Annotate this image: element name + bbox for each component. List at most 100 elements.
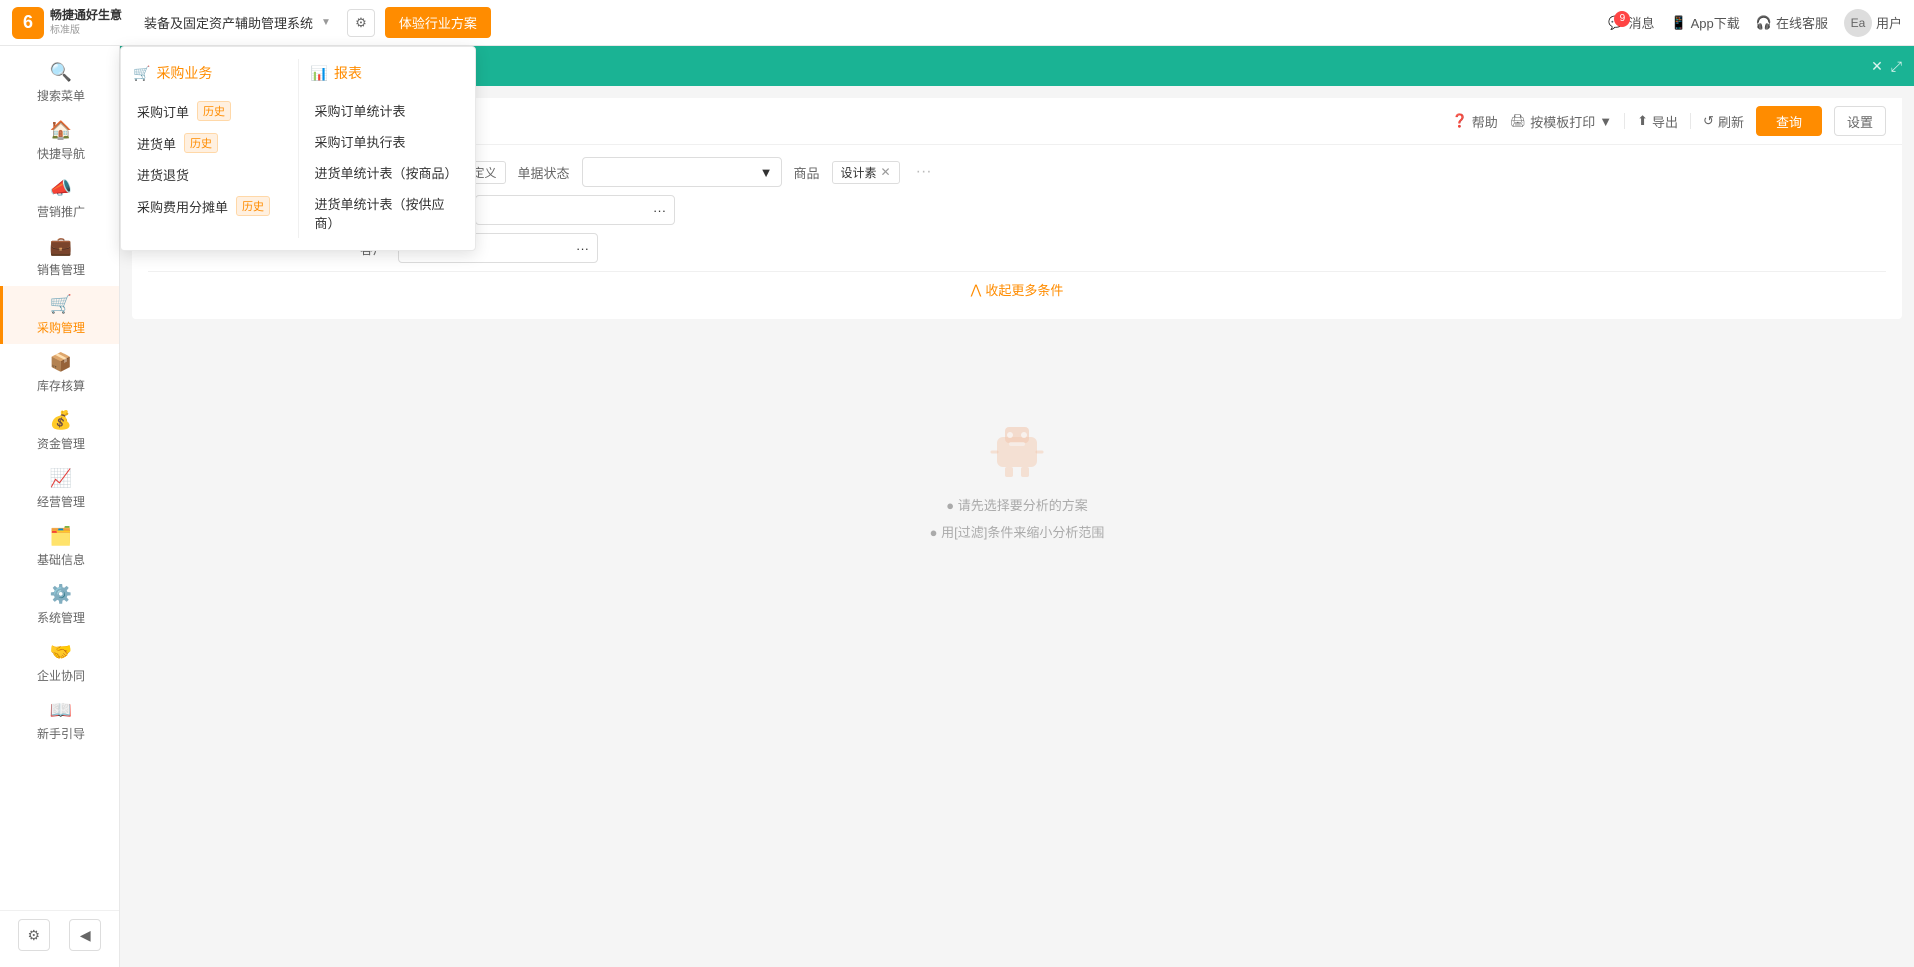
goods-tag-remove[interactable]: ✕ xyxy=(881,165,891,179)
trial-button[interactable]: 体验行业方案 xyxy=(385,7,491,38)
logo-sub: 标准版 xyxy=(50,24,122,37)
online-service-label: 在线客服 xyxy=(1776,13,1828,32)
sidebar-collapse-btn[interactable]: ◀ xyxy=(69,919,101,951)
cart-icon: 🛒 xyxy=(133,65,150,82)
sidebar-item-label: 经营管理 xyxy=(37,493,85,510)
set-button[interactable]: 设置 xyxy=(1834,106,1886,136)
chevron-down-icon3: ··· xyxy=(653,203,666,218)
sidebar-item-label: 采购管理 xyxy=(37,319,85,336)
topbar-right: 💬 9 消息 📱 App下载 🎧 在线客服 Ea 用户 xyxy=(1608,9,1902,37)
collapse-btn[interactable]: ⋀ 收起更多条件 xyxy=(148,271,1886,307)
message-badge: 9 xyxy=(1614,11,1630,27)
toolbar-sep2 xyxy=(1690,113,1691,129)
system-icon: ⚙️ xyxy=(50,584,72,605)
dropdown-item-inbound-return[interactable]: 进货退货 xyxy=(133,159,286,190)
dropdown-item-purchase-cost[interactable]: 采购费用分摊单 历史 xyxy=(133,190,286,222)
sidebar-bottom: ⚙ ◀ xyxy=(0,910,119,959)
avatar-initials: Ea xyxy=(1851,16,1866,30)
sidebar-item-inventory[interactable]: 📦 库存核算 xyxy=(0,344,119,402)
refresh-label: 刷新 xyxy=(1718,112,1744,131)
sidebar-item-nav[interactable]: 🏠 快捷导航 xyxy=(0,112,119,170)
document-status-label: 单据状态 xyxy=(518,163,570,182)
report-col-title: 📊 报表 xyxy=(311,59,464,91)
dropdown-item-purchase-order-stat[interactable]: 采购订单统计表 xyxy=(311,95,464,126)
history-tag: 历史 xyxy=(236,196,270,216)
salesperson-select[interactable]: ··· xyxy=(475,195,675,225)
inbound-return-label: 进货退货 xyxy=(137,165,189,184)
export-btn[interactable]: ⬆ 导出 xyxy=(1637,112,1678,131)
history-tag: 历史 xyxy=(197,101,231,121)
goods-tag: 设计素 ✕ xyxy=(832,161,900,184)
online-service-btn[interactable]: 🎧 在线客服 xyxy=(1756,13,1828,32)
sidebar-item-purchase[interactable]: 🛒 采购管理 xyxy=(0,286,119,344)
purchase-order-label: 采购订单 xyxy=(137,102,189,121)
empty-hint-2: ● 用[过滤]条件来缩小分析范围 xyxy=(930,522,1105,541)
help-icon: ❓ xyxy=(1452,113,1468,129)
user-btn[interactable]: Ea 用户 xyxy=(1844,9,1902,37)
history-tag: 历史 xyxy=(184,133,218,153)
sidebar-item-cooperation[interactable]: 🤝 企业协同 xyxy=(0,634,119,692)
logo-area: 6 畅捷通好生意 标准版 xyxy=(12,7,132,39)
marketing-icon: 📣 xyxy=(50,178,72,199)
print-btn[interactable]: 🖨 按模板打印 ▼ xyxy=(1510,112,1612,131)
topbar: 6 畅捷通好生意 标准版 装备及固定资产辅助管理系统 ▼ ⚙ 体验行业方案 💬 … xyxy=(0,0,1914,46)
app-download-label: App下载 xyxy=(1691,13,1740,32)
sidebar-item-label: 企业协同 xyxy=(37,667,85,684)
sidebar-item-search[interactable]: 🔍 搜索菜单 xyxy=(0,54,119,112)
report-icon: 📊 xyxy=(311,65,328,82)
search-button[interactable]: 查询 xyxy=(1756,106,1822,136)
dropdown-item-purchase-order-exec[interactable]: 采购订单执行表 xyxy=(311,126,464,157)
message-btn[interactable]: 💬 9 消息 xyxy=(1608,13,1654,32)
tab-close-all-btn[interactable]: ✕ xyxy=(1871,58,1883,75)
system-title-text: 装备及固定资产辅助管理系统 xyxy=(144,13,313,32)
sidebar-item-operations[interactable]: 📈 经营管理 xyxy=(0,460,119,518)
system-dropdown-icon[interactable]: ▼ xyxy=(321,17,331,28)
inbound-label: 进货单 xyxy=(137,134,176,153)
sidebar-item-finance[interactable]: 💰 资金管理 xyxy=(0,402,119,460)
collapse-icon: ⋀ xyxy=(971,282,982,298)
dropdown-item-inbound-stat-goods[interactable]: 进货单统计表（按商品） xyxy=(311,157,464,188)
app-download-btn[interactable]: 📱 App下载 xyxy=(1670,13,1739,32)
goods-tag-value: 设计素 xyxy=(841,164,877,181)
empty-hint-1: ● 请先选择要分析的方案 xyxy=(946,495,1087,514)
refresh-btn[interactable]: ↺ 刷新 xyxy=(1703,112,1744,131)
settings-icon-btn[interactable]: ⚙ xyxy=(347,9,375,37)
tab-expand-btn[interactable]: ⤢ xyxy=(1891,58,1902,75)
chevron-down-icon: ▼ xyxy=(760,165,773,180)
sidebar-item-label: 资金管理 xyxy=(37,435,85,452)
help-btn[interactable]: ❓ 帮助 xyxy=(1452,112,1498,131)
sidebar-item-guide[interactable]: 📖 新手引导 xyxy=(0,692,119,750)
dropdown-item-purchase-order[interactable]: 采购订单 历史 xyxy=(133,95,286,127)
tab-bar-right: ✕ ⤢ xyxy=(1871,58,1914,75)
guide-icon: 📖 xyxy=(50,700,72,721)
refresh-icon: ↺ xyxy=(1703,113,1714,129)
inventory-icon: 📦 xyxy=(50,352,72,373)
dropdown-item-inbound[interactable]: 进货单 历史 xyxy=(133,127,286,159)
empty-state: ● 请先选择要分析的方案 ● 用[过滤]条件来缩小分析范围 xyxy=(132,327,1902,621)
basic-icon: 🗂️ xyxy=(50,526,72,547)
sidebar-item-marketing[interactable]: 📣 营销推广 xyxy=(0,170,119,228)
finance-icon: 💰 xyxy=(50,410,72,431)
purchase-order-exec-label: 采购订单执行表 xyxy=(315,132,406,151)
sidebar-item-label: 新手引导 xyxy=(37,725,85,742)
collapse-label: 收起更多条件 xyxy=(985,280,1063,299)
message-label: 消息 xyxy=(1628,13,1654,32)
sidebar-settings-btn[interactable]: ⚙ xyxy=(18,919,50,951)
print-dropdown-icon[interactable]: ▼ xyxy=(1599,114,1612,129)
purchase-order-stat-label: 采购订单统计表 xyxy=(315,101,406,120)
system-title: 装备及固定资产辅助管理系统 ▼ xyxy=(132,13,343,32)
dropdown-item-inbound-stat-supplier[interactable]: 进货单统计表（按供应商） xyxy=(311,188,464,238)
goods-more-dots[interactable]: ··· xyxy=(916,163,932,181)
user-label: 用户 xyxy=(1876,13,1902,32)
purchase-cost-label: 采购费用分摊单 xyxy=(137,197,228,216)
home-icon: 🏠 xyxy=(50,120,72,141)
sidebar-item-label: 基础信息 xyxy=(37,551,85,568)
sidebar-item-sales[interactable]: 💼 销售管理 xyxy=(0,228,119,286)
operations-icon: 📈 xyxy=(50,468,72,489)
sidebar-item-label: 营销推广 xyxy=(37,203,85,220)
document-status-select[interactable]: ▼ xyxy=(582,157,782,187)
sidebar-item-label: 销售管理 xyxy=(37,261,85,278)
sidebar-item-basic[interactable]: 🗂️ 基础信息 xyxy=(0,518,119,576)
sidebar-item-system[interactable]: ⚙️ 系统管理 xyxy=(0,576,119,634)
export-icon: ⬆ xyxy=(1637,113,1648,129)
